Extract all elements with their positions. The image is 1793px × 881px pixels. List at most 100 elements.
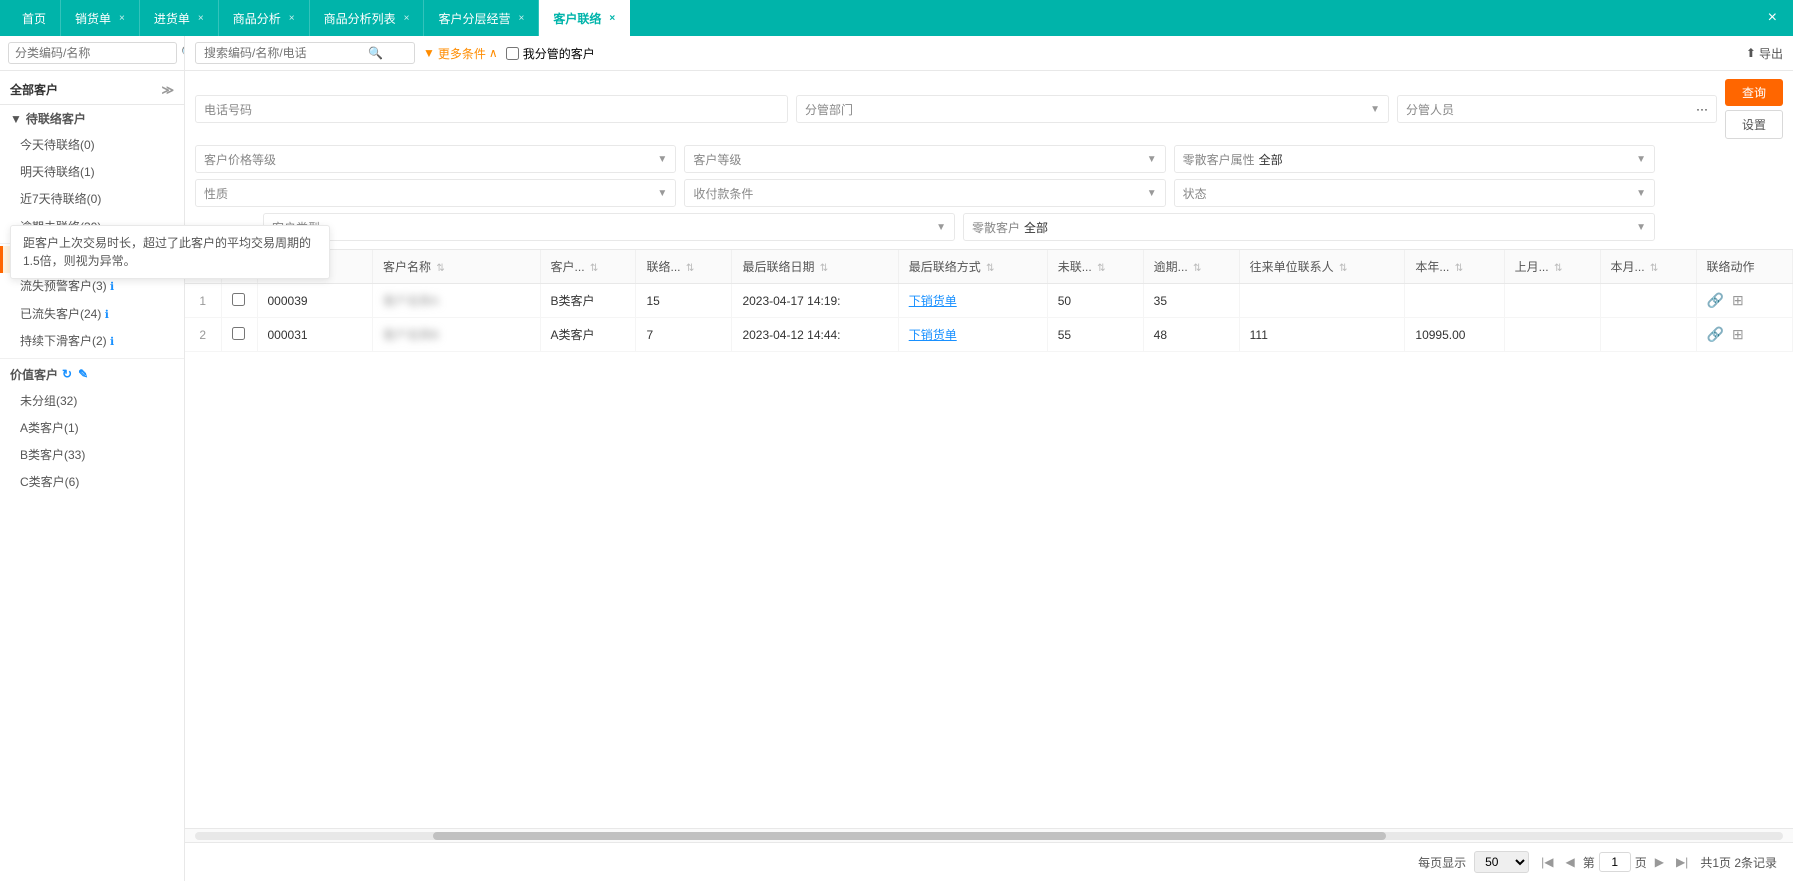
table-container: ⚙ 客户编码 ⇅ 客户名称 ⇅ 客户... ⇅ 联络... ⇅ 最后联络日期 ⇅… (185, 250, 1793, 828)
nav-tab-purchase-close[interactable]: × (198, 13, 204, 24)
price-level-select[interactable]: 客户价格等级 ▼ (195, 145, 676, 173)
row2-overdue: 48 (1143, 318, 1239, 352)
last-page-btn[interactable]: ▶| (1672, 853, 1692, 871)
status-select[interactable]: 状态 ▼ (1174, 179, 1655, 207)
customer-level-label: 客户等级 (693, 151, 741, 168)
table-row: 1 000039 客户名称A B类客户 15 2023-04-17 14:19:… (185, 284, 1793, 318)
sidebar-section-pending[interactable]: ▼ 待联络客户 (0, 105, 184, 132)
nav-tab-purchase[interactable]: 进货单 × (140, 0, 219, 36)
col-last-month[interactable]: 上月... ⇅ (1504, 250, 1600, 284)
this-year-sort-icon: ⇅ (1455, 263, 1463, 274)
nav-tab-customer-seg-close[interactable]: × (518, 13, 524, 24)
nav-tab-customer-contact-close[interactable]: × (609, 13, 615, 24)
declining-info-icon: ℹ (110, 336, 114, 348)
sidebar-item-lost[interactable]: 已流失客户(24) ℹ (0, 301, 184, 329)
divider-2 (0, 358, 184, 359)
col-this-year[interactable]: 本年... ⇅ (1405, 250, 1504, 284)
sidebar-item-class-b[interactable]: B类客户(33) (0, 442, 184, 469)
row2-this-year: 10995.00 (1405, 318, 1504, 352)
customer-level-select[interactable]: 客户等级 ▼ (684, 145, 1165, 173)
search-input[interactable] (204, 46, 364, 60)
my-customer-checkbox-area[interactable]: 我分管的客户 (506, 45, 595, 62)
row2-last-method[interactable]: 下销货单 (898, 318, 1047, 352)
my-customer-label: 我分管的客户 (523, 45, 595, 62)
payment-select[interactable]: 收付款条件 ▼ (684, 179, 1165, 207)
query-button[interactable]: 查询 (1725, 79, 1783, 106)
row2-link-icon[interactable]: 🔗 (1707, 326, 1724, 343)
sidebar-item-class-c[interactable]: C类客户(6) (0, 469, 184, 496)
row1-grid-icon[interactable]: ⊞ (1732, 292, 1744, 309)
sidebar-all-customers[interactable]: 全部客户 ≫ (0, 75, 184, 105)
sidebar-item-tomorrow[interactable]: 明天待联络(1) (0, 159, 184, 186)
first-page-btn[interactable]: |◀ (1537, 853, 1557, 871)
nav-tab-customer-contact[interactable]: 客户联络 × (539, 0, 630, 36)
col-company-contact[interactable]: 往来单位联系人 ⇅ (1239, 250, 1405, 284)
sidebar-item-ungrouped[interactable]: 未分组(32) (0, 388, 184, 415)
customer-type-select[interactable]: 客户类型 ▼ (263, 213, 955, 241)
nav-tab-sales[interactable]: 销货单 × (61, 0, 140, 36)
more-conditions-btn[interactable]: ▼ 更多条件 ∧ (423, 45, 498, 62)
prev-page-btn[interactable]: ◀ (1561, 853, 1578, 871)
col-contact-count[interactable]: 联络... ⇅ (636, 250, 732, 284)
row2-grid-icon[interactable]: ⊞ (1732, 326, 1744, 343)
nav-tab-sales-close[interactable]: × (119, 13, 125, 24)
dept-select[interactable]: 分管部门 ▼ (796, 95, 1389, 123)
collapse-icon[interactable]: ≫ (161, 83, 174, 97)
per-page-select[interactable]: 10 20 50 100 (1474, 851, 1529, 873)
row1-code[interactable]: 000039 (257, 284, 373, 318)
per-page-label: 每页显示 (1418, 854, 1466, 871)
nav-tab-analysis-list-close[interactable]: × (404, 13, 410, 24)
row1-checkbox[interactable] (232, 293, 245, 306)
nav-tab-analysis-list[interactable]: 商品分析列表 × (310, 0, 425, 36)
export-btn[interactable]: ⬆ 导出 (1746, 45, 1783, 62)
search-icon[interactable]: 🔍 (368, 46, 383, 60)
setting-button[interactable]: 设置 (1725, 110, 1783, 139)
page-number-input[interactable] (1599, 852, 1631, 872)
nav-tab-analysis[interactable]: 商品分析 × (219, 0, 310, 36)
horizontal-scrollbar[interactable] (185, 828, 1793, 842)
row1-method-link[interactable]: 下销货单 (909, 294, 957, 308)
window-close-button[interactable]: × (1760, 5, 1785, 31)
sidebar-search-input[interactable] (8, 42, 177, 64)
edit-icon[interactable]: ✎ (78, 367, 88, 381)
col-overdue[interactable]: 逾期... ⇅ (1143, 250, 1239, 284)
row2-checkbox[interactable] (232, 327, 245, 340)
col-uncontacted[interactable]: 未联... ⇅ (1047, 250, 1143, 284)
nature-select[interactable]: 性质 ▼ (195, 179, 676, 207)
lost-info-icon: ℹ (105, 309, 109, 321)
sidebar-item-7days[interactable]: 近7天待联络(0) (0, 186, 184, 213)
nav-tab-home[interactable]: 首页 (8, 0, 61, 36)
nav-tab-customer-seg[interactable]: 客户分层经营 × (424, 0, 539, 36)
scroll-thumb[interactable] (433, 832, 1386, 840)
col-last-date[interactable]: 最后联络日期 ⇅ (732, 250, 898, 284)
nav-tab-analysis-label: 商品分析 (233, 10, 281, 27)
this-month-sort-icon: ⇅ (1650, 263, 1658, 274)
row2-method-link[interactable]: 下销货单 (909, 328, 957, 342)
manager-select[interactable]: 分管人员 ··· (1397, 95, 1717, 123)
row1-link-icon[interactable]: 🔗 (1707, 292, 1724, 309)
tooltip-box: 距客户上次交易时长，超过了此客户的平均交易周期的1.5倍，则视为异常。 (185, 225, 330, 279)
more-conditions-label: 更多条件 (438, 45, 486, 62)
next-page-btn[interactable]: ▶ (1651, 853, 1668, 871)
sidebar-item-declining[interactable]: 持续下滑客户(2) ℹ (0, 328, 184, 356)
retail-customer-select[interactable]: 零散客户 全部 ▼ (963, 213, 1655, 241)
col-last-method[interactable]: 最后联络方式 ⇅ (898, 250, 1047, 284)
more-conditions-arrow: ∧ (489, 46, 498, 60)
sidebar-item-today[interactable]: 今天待联络(0) (0, 132, 184, 159)
col-name[interactable]: 客户名称 ⇅ (373, 250, 541, 284)
retail-attr-select[interactable]: 零散客户属性 全部 ▼ (1174, 145, 1655, 173)
sidebar-item-class-a[interactable]: A类客户(1) (0, 415, 184, 442)
last-date-sort-icon: ⇅ (820, 263, 828, 274)
manager-label: 分管人员 (1406, 101, 1454, 118)
row2-name-text: 客户名称B (383, 328, 439, 342)
phone-input[interactable] (256, 102, 779, 116)
nav-tab-analysis-close[interactable]: × (289, 13, 295, 24)
refresh-icon[interactable]: ↻ (62, 367, 72, 381)
sidebar-value-section[interactable]: 价值客户 ↻ ✎ (0, 361, 184, 388)
phone-field[interactable]: 电话号码 (195, 95, 788, 123)
row2-code[interactable]: 000031 (257, 318, 373, 352)
my-customer-checkbox[interactable] (506, 47, 519, 60)
row1-last-method[interactable]: 下销货单 (898, 284, 1047, 318)
col-this-month[interactable]: 本月... ⇅ (1600, 250, 1696, 284)
col-type[interactable]: 客户... ⇅ (540, 250, 636, 284)
